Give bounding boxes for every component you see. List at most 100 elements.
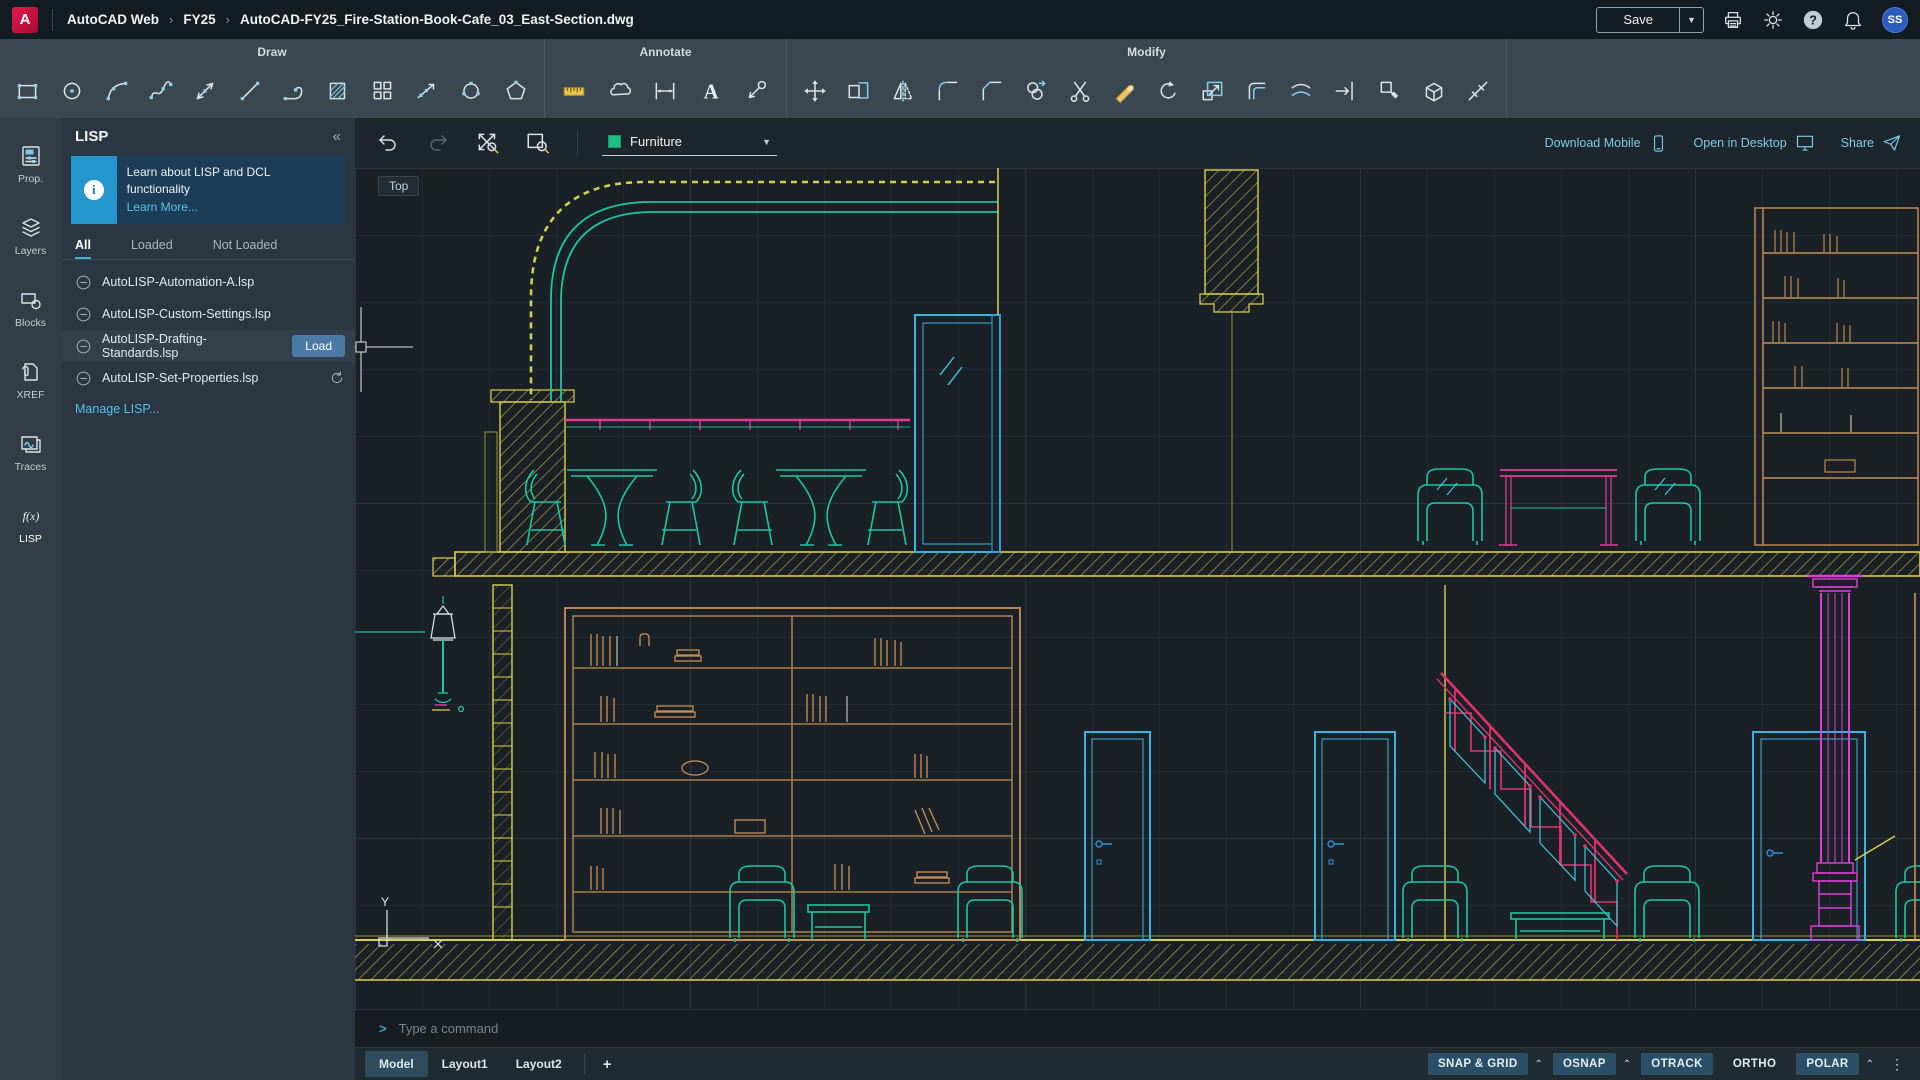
download-mobile-label: Download Mobile xyxy=(1545,136,1641,150)
polar-toggle[interactable]: POLAR xyxy=(1796,1053,1858,1075)
learn-more-link[interactable]: Learn More... xyxy=(127,200,198,214)
loaded-minus-icon xyxy=(75,338,92,355)
leader-tool-icon[interactable] xyxy=(737,69,777,113)
reload-icon[interactable] xyxy=(329,370,345,386)
status-overflow-menu-icon[interactable]: ⋮ xyxy=(1884,1056,1910,1073)
breadcrumb-folder[interactable]: FY25 xyxy=(183,12,215,27)
manage-lisp-link[interactable]: Manage LISP... xyxy=(61,394,355,424)
command-input-placeholder[interactable]: Type a command xyxy=(399,1021,499,1036)
save-button[interactable]: Save xyxy=(1597,8,1679,32)
panel-collapse-icon[interactable]: « xyxy=(333,128,341,145)
help-icon[interactable]: ? xyxy=(1802,9,1824,31)
osnap-chevron-icon[interactable]: ⌃ xyxy=(1623,1059,1631,1070)
erase-tool-icon[interactable] xyxy=(1104,69,1144,113)
spline-tool-icon[interactable] xyxy=(141,69,181,113)
list-item-lisp-file[interactable]: AutoLISP-Set-Properties.lsp xyxy=(61,362,355,394)
settings-gear-icon[interactable] xyxy=(1762,9,1784,31)
linear-dimension-tool-icon[interactable] xyxy=(554,69,594,113)
save-dropdown-caret[interactable]: ▼ xyxy=(1679,8,1703,32)
user-avatar[interactable]: SS xyxy=(1882,7,1908,33)
loaded-minus-icon xyxy=(75,274,92,291)
layers-icon xyxy=(19,216,43,240)
breadcrumb-filename: AutoCAD-FY25_Fire-Station-Book-Cafe_03_E… xyxy=(240,12,634,27)
zoom-window-icon[interactable] xyxy=(523,128,553,158)
circle-3-point-tool-icon[interactable] xyxy=(451,69,491,113)
sidebar-item-xref[interactable]: XREF xyxy=(3,348,59,412)
layer-dropdown[interactable]: Furniture ▼ xyxy=(602,130,777,156)
tab-layout2[interactable]: Layout2 xyxy=(502,1051,576,1077)
osnap-toggle[interactable]: OSNAP xyxy=(1553,1053,1616,1075)
offset-tool-icon[interactable] xyxy=(1237,69,1277,113)
command-bar[interactable]: > Type a command xyxy=(355,1009,1920,1047)
tab-not-loaded[interactable]: Not Loaded xyxy=(213,238,278,259)
add-layout-button[interactable]: + xyxy=(593,1056,622,1073)
sidebar-item-layers[interactable]: Layers xyxy=(3,204,59,268)
sidebar-item-lisp[interactable]: f(x) LISP xyxy=(3,492,59,556)
match-properties-tool-icon[interactable] xyxy=(1370,69,1410,113)
divider xyxy=(584,1054,585,1074)
tab-layout1[interactable]: Layout1 xyxy=(428,1051,502,1077)
tab-model[interactable]: Model xyxy=(365,1051,428,1077)
chamfer-tool-icon[interactable] xyxy=(972,69,1012,113)
lisp-info-banner: i Learn about LISP and DCL functionality… xyxy=(71,156,345,224)
hatch-tool-icon[interactable] xyxy=(318,69,358,113)
line-tool-icon[interactable] xyxy=(230,69,270,113)
sidebar-item-properties[interactable]: Prop. xyxy=(3,132,59,196)
fillet-tool-icon[interactable] xyxy=(928,69,968,113)
revision-cloud-tool-icon[interactable] xyxy=(600,69,640,113)
autocad-logo[interactable]: A xyxy=(12,7,38,33)
text-tool-icon[interactable]: A xyxy=(691,69,731,113)
ribbon-spacer xyxy=(1507,39,1920,118)
arc-tool-icon[interactable] xyxy=(97,69,137,113)
download-mobile-button[interactable]: Download Mobile xyxy=(1545,134,1668,153)
ribbon-toolbar: Draw Annotate A Modify xyxy=(0,39,1920,118)
stretch-tool-icon[interactable] xyxy=(839,69,879,113)
load-button[interactable]: Load xyxy=(292,335,345,357)
tab-all[interactable]: All xyxy=(75,238,91,259)
panel-title: LISP xyxy=(75,128,108,145)
point-tool-icon[interactable] xyxy=(407,69,447,113)
redo-icon[interactable] xyxy=(423,128,453,158)
notifications-bell-icon[interactable] xyxy=(1842,9,1864,31)
tab-loaded[interactable]: Loaded xyxy=(131,238,173,259)
ortho-toggle[interactable]: ORTHO xyxy=(1723,1053,1787,1075)
join-tool-icon[interactable] xyxy=(1281,69,1321,113)
rectangle-tool-icon[interactable] xyxy=(8,69,48,113)
polygon-tool-icon[interactable] xyxy=(496,69,536,113)
move-tool-icon[interactable] xyxy=(795,69,835,113)
rotate-tool-icon[interactable] xyxy=(1149,69,1189,113)
share-button[interactable]: Share xyxy=(1841,133,1902,153)
scale-tool-icon[interactable] xyxy=(1193,69,1233,113)
zoom-extents-icon[interactable] xyxy=(473,128,503,158)
open-in-desktop-label: Open in Desktop xyxy=(1694,136,1787,150)
upper-cafe-furniture xyxy=(526,470,908,545)
list-item-lisp-file[interactable]: AutoLISP-Automation-A.lsp xyxy=(61,266,355,298)
open-in-desktop-button[interactable]: Open in Desktop xyxy=(1694,133,1815,153)
construction-line-tool-icon[interactable] xyxy=(1458,69,1498,113)
breadcrumb-app[interactable]: AutoCAD Web xyxy=(67,12,159,27)
ribbon-group-modify: Modify xyxy=(787,39,1507,118)
polar-chevron-icon[interactable]: ⌃ xyxy=(1866,1059,1874,1070)
undo-icon[interactable] xyxy=(373,128,403,158)
dimension-tool-icon[interactable] xyxy=(645,69,685,113)
polyline-tool-icon[interactable] xyxy=(274,69,314,113)
drawing-canvas[interactable]: Top xyxy=(355,168,1920,1009)
list-item-lisp-file[interactable]: AutoLISP-Drafting-Standards.lsp Load xyxy=(61,330,355,362)
ray-tool-icon[interactable] xyxy=(185,69,225,113)
extend-tool-icon[interactable] xyxy=(1325,69,1365,113)
sidebar-item-traces[interactable]: Traces xyxy=(3,420,59,484)
sidebar-item-blocks[interactable]: Blocks xyxy=(3,276,59,340)
list-item-lisp-file[interactable]: AutoLISP-Custom-Settings.lsp xyxy=(61,298,355,330)
otrack-toggle[interactable]: OTRACK xyxy=(1641,1053,1713,1075)
copy-tool-icon[interactable] xyxy=(1016,69,1056,113)
mirror-tool-icon[interactable] xyxy=(883,69,923,113)
share-label: Share xyxy=(1841,136,1874,150)
print-icon[interactable] xyxy=(1722,9,1744,31)
circle-tool-icon[interactable] xyxy=(52,69,92,113)
trim-tool-icon[interactable] xyxy=(1060,69,1100,113)
snap-grid-toggle[interactable]: SNAP & GRID xyxy=(1428,1053,1528,1075)
ribbon-group-label: Modify xyxy=(787,45,1506,63)
explode-tool-icon[interactable] xyxy=(1414,69,1454,113)
insert-block-tool-icon[interactable] xyxy=(363,69,403,113)
snap-grid-chevron-icon[interactable]: ⌃ xyxy=(1535,1059,1543,1070)
